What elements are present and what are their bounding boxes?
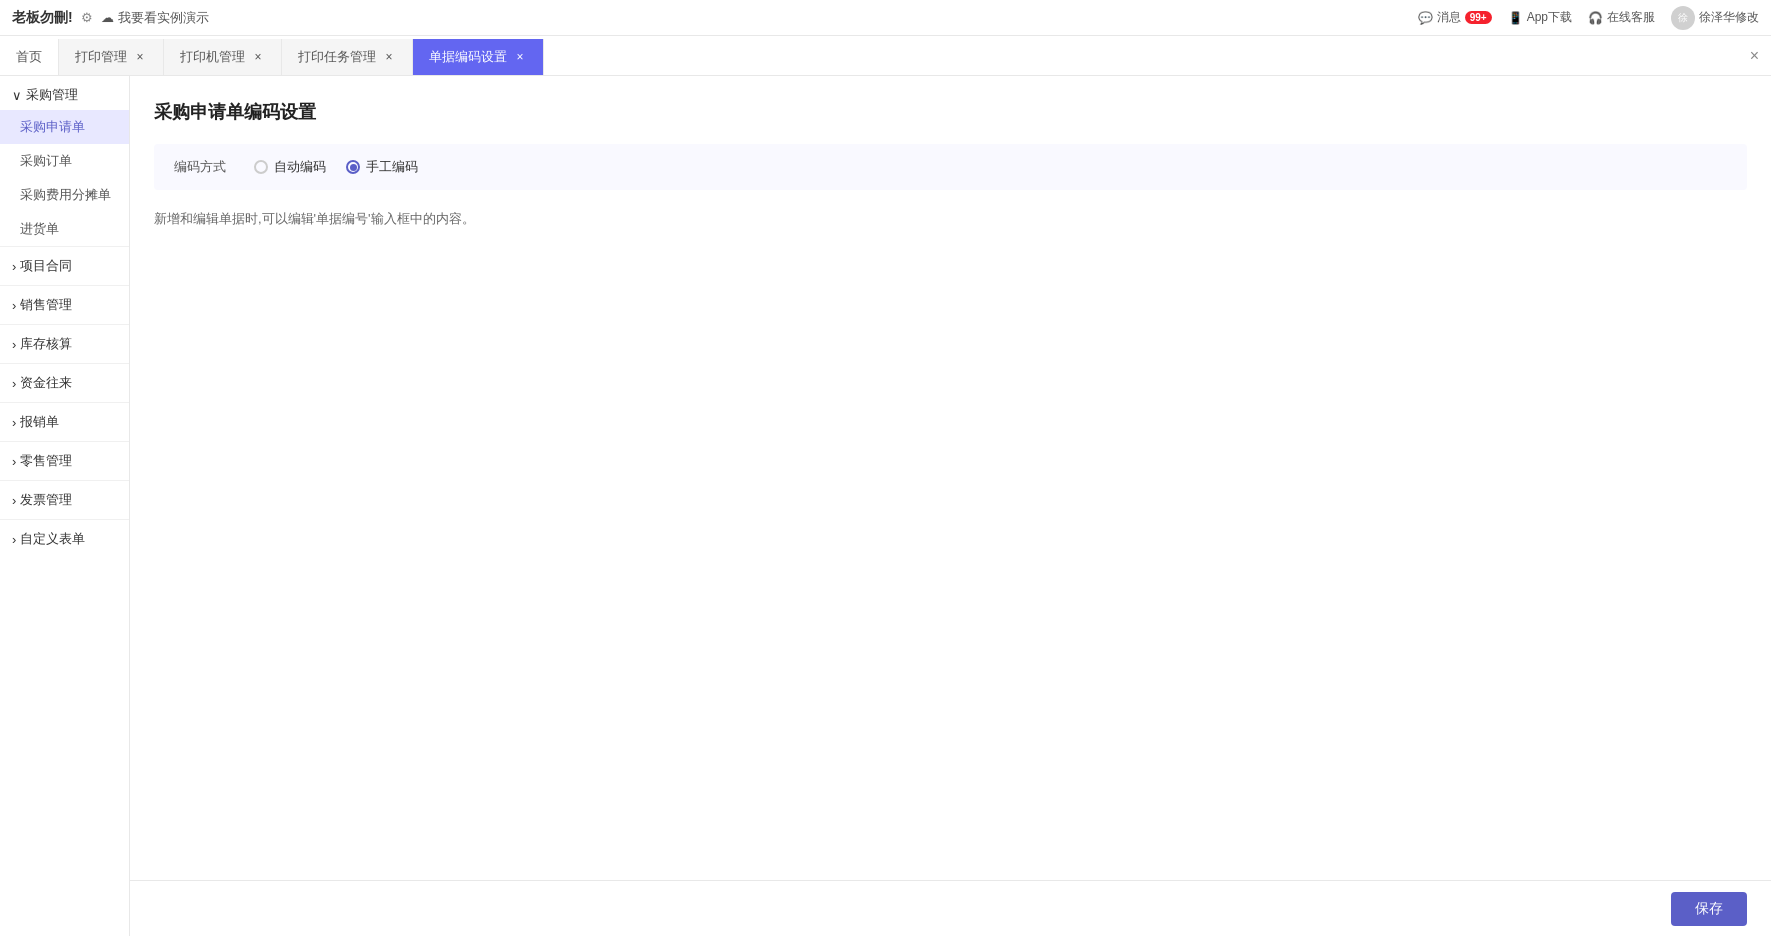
tab-print-mgmt[interactable]: 打印管理 × [59, 39, 164, 75]
cloud-icon: ☁ [101, 10, 114, 25]
sidebar-group-procurement: ∨ 采购管理 采购申请单 采购订单 采购费用分摊单 进货单 [0, 76, 129, 246]
sidebar: ∨ 采购管理 采购申请单 采购订单 采购费用分摊单 进货单 › 项目合同 › 销… [0, 76, 130, 936]
tab-barcode-settings-close[interactable]: × [513, 50, 527, 64]
settings-icon[interactable]: ⚙ [81, 10, 93, 25]
radio-auto-label: 自动编码 [274, 158, 326, 176]
demo-link[interactable]: ☁ 我要看实例演示 [101, 9, 209, 27]
encoding-section: 编码方式 自动编码 手工编码 [154, 144, 1747, 190]
radio-manual-label: 手工编码 [366, 158, 418, 176]
tab-barcode-settings[interactable]: 单据编码设置 × [413, 39, 544, 75]
top-bar-left: 老板勿刪! ⚙ ☁ 我要看实例演示 [12, 9, 209, 27]
message-icon: 💬 [1418, 11, 1433, 25]
collapse-arrow: ∨ [12, 88, 22, 103]
footer-bar: 保存 [130, 880, 1771, 936]
radio-auto-encoding[interactable]: 自动编码 [254, 158, 326, 176]
invoice-mgmt-arrow: › [12, 493, 16, 508]
sidebar-group-fund-flow[interactable]: › 资金往来 [0, 364, 129, 402]
content-area: 采购申请单编码设置 编码方式 自动编码 手工编码 新增和编辑单据时,可以编辑'单… [130, 76, 1771, 936]
sidebar-group-invoice-mgmt[interactable]: › 发票管理 [0, 481, 129, 519]
tab-printer-mgmt[interactable]: 打印机管理 × [164, 39, 282, 75]
sidebar-group-retail-mgmt[interactable]: › 零售管理 [0, 442, 129, 480]
sidebar-item-purchase-request[interactable]: 采购申请单 [0, 110, 129, 144]
tab-print-task-mgmt[interactable]: 打印任务管理 × [282, 39, 413, 75]
inventory-arrow: › [12, 337, 16, 352]
radio-auto-circle [254, 160, 268, 174]
retail-mgmt-arrow: › [12, 454, 16, 469]
tab-printer-mgmt-label: 打印机管理 [180, 48, 245, 66]
sales-return-arrow: › [12, 415, 16, 430]
custom-forms-arrow: › [12, 532, 16, 547]
tab-print-task-mgmt-label: 打印任务管理 [298, 48, 376, 66]
avatar: 徐 [1671, 6, 1695, 30]
app-download-button[interactable]: 📱 App下载 [1508, 9, 1572, 26]
radio-manual-encoding[interactable]: 手工编码 [346, 158, 418, 176]
tab-print-mgmt-close[interactable]: × [133, 50, 147, 64]
project-contract-arrow: › [12, 259, 16, 274]
online-service-button[interactable]: 🎧 在线客服 [1588, 9, 1655, 26]
app-logo: 老板勿刪! [12, 9, 73, 27]
save-button[interactable]: 保存 [1671, 892, 1747, 926]
sidebar-group-custom-forms[interactable]: › 自定义表单 [0, 520, 129, 558]
sidebar-group-procurement-title[interactable]: ∨ 采购管理 [0, 76, 129, 110]
tab-print-task-mgmt-close[interactable]: × [382, 50, 396, 64]
sidebar-item-purchase-order[interactable]: 采购订单 [0, 144, 129, 178]
tab-bar-close-icon[interactable]: × [1750, 47, 1759, 65]
fund-flow-arrow: › [12, 376, 16, 391]
page-title: 采购申请单编码设置 [154, 100, 1747, 124]
tab-home-label: 首页 [16, 48, 42, 66]
content-inner: 采购申请单编码设置 编码方式 自动编码 手工编码 新增和编辑单据时,可以编辑'单… [130, 76, 1771, 880]
sidebar-group-sales-mgmt[interactable]: › 销售管理 [0, 286, 129, 324]
tab-home[interactable]: 首页 [0, 39, 59, 75]
sidebar-group-project-contract[interactable]: › 项目合同 [0, 247, 129, 285]
sidebar-group-sales-return[interactable]: › 报销单 [0, 403, 129, 441]
top-bar: 老板勿刪! ⚙ ☁ 我要看实例演示 💬 消息 99+ 📱 App下载 🎧 在线客… [0, 0, 1771, 36]
sidebar-item-stock-in[interactable]: 进货单 [0, 212, 129, 246]
sales-mgmt-arrow: › [12, 298, 16, 313]
tab-print-mgmt-label: 打印管理 [75, 48, 127, 66]
user-menu[interactable]: 徐 徐泽华修改 [1671, 6, 1759, 30]
sidebar-item-purchase-expense[interactable]: 采购费用分摊单 [0, 178, 129, 212]
sidebar-group-inventory[interactable]: › 库存核算 [0, 325, 129, 363]
encoding-label: 编码方式 [174, 158, 226, 176]
messages-button[interactable]: 💬 消息 99+ [1418, 9, 1492, 26]
info-text: 新增和编辑单据时,可以编辑'单据编号'输入框中的内容。 [154, 210, 1747, 228]
headset-icon: 🎧 [1588, 11, 1603, 25]
main-layout: ∨ 采购管理 采购申请单 采购订单 采购费用分摊单 进货单 › 项目合同 › 销… [0, 76, 1771, 936]
messages-badge: 99+ [1465, 11, 1492, 24]
tab-bar: 首页 打印管理 × 打印机管理 × 打印任务管理 × 单据编码设置 × × [0, 36, 1771, 76]
phone-icon: 📱 [1508, 11, 1523, 25]
tab-barcode-settings-label: 单据编码设置 [429, 48, 507, 66]
top-bar-right: 💬 消息 99+ 📱 App下载 🎧 在线客服 徐 徐泽华修改 [1418, 6, 1759, 30]
radio-manual-circle [346, 160, 360, 174]
tab-printer-mgmt-close[interactable]: × [251, 50, 265, 64]
